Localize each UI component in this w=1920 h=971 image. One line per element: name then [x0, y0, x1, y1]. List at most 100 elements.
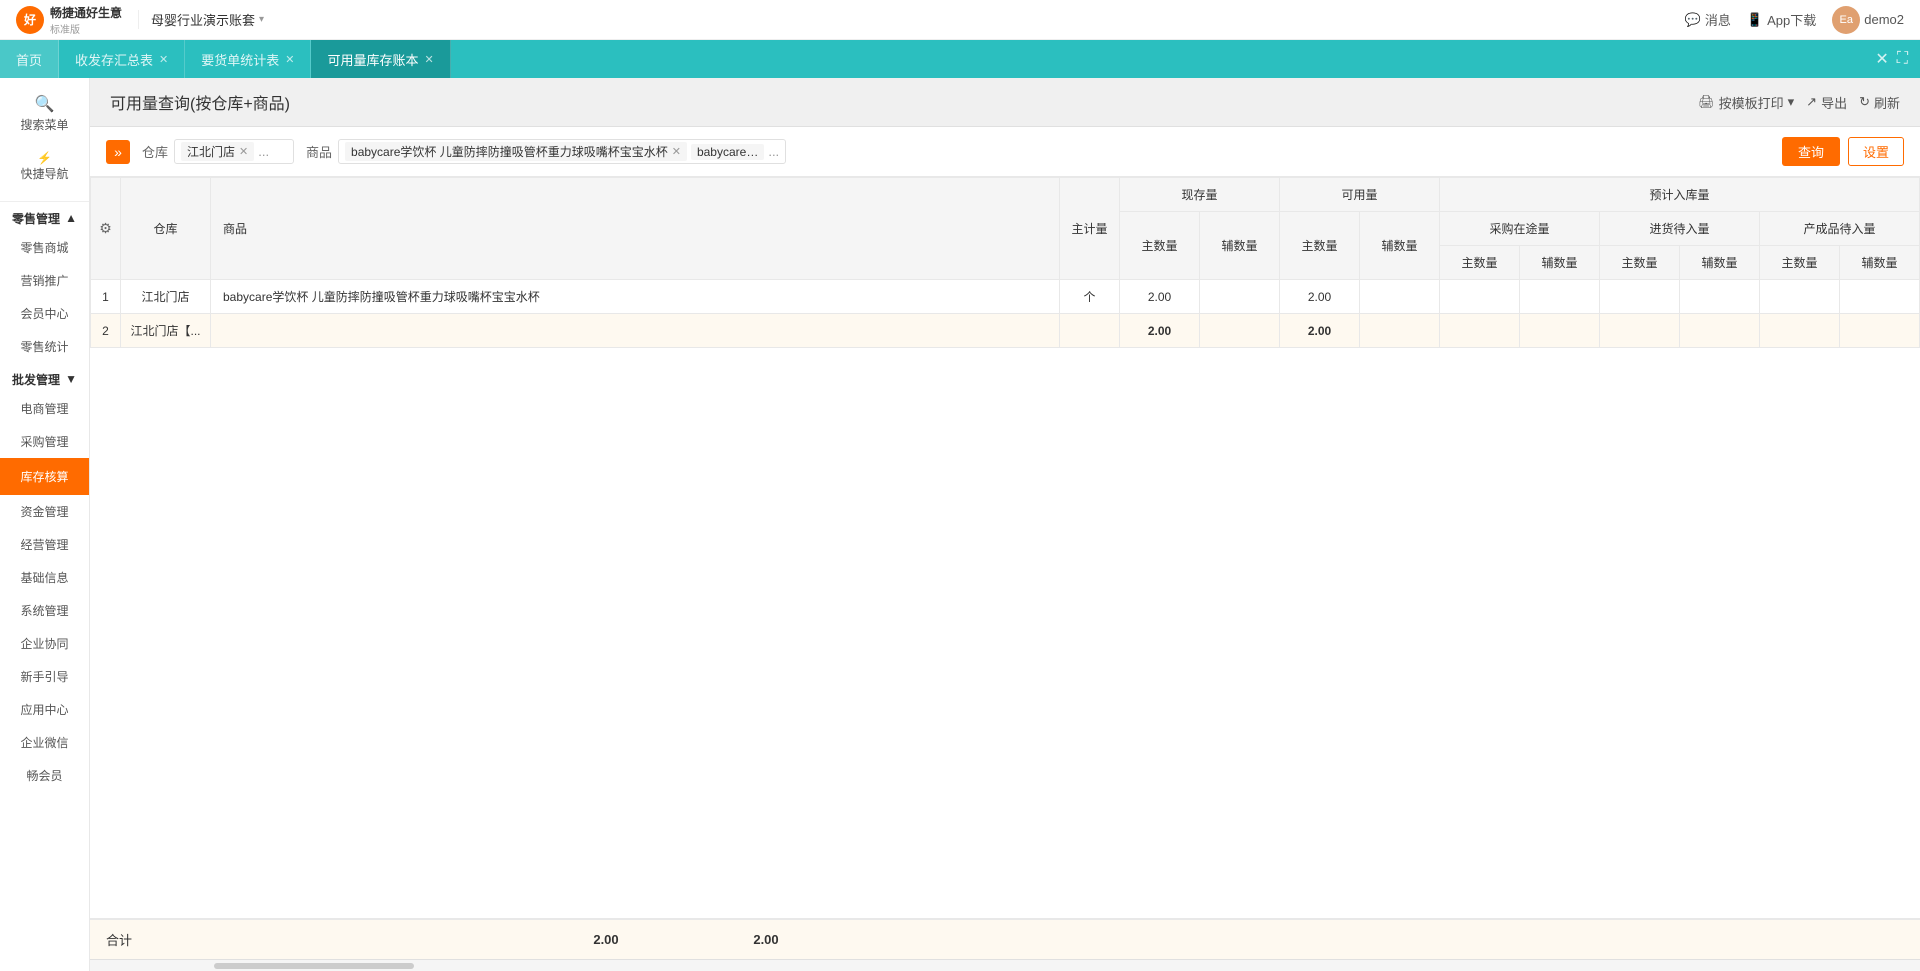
cell-purchase-main-2 [1440, 314, 1520, 348]
sidebar-item-ecom[interactable]: 电商管理 [0, 392, 89, 425]
cell-purchase-main-1 [1440, 280, 1520, 314]
cell-avail-main-1: 2.00 [1280, 280, 1360, 314]
cell-warehouse-2: 江北门店【... [121, 314, 211, 348]
product-tag-1-remove[interactable]: ✕ [672, 145, 681, 158]
tab-home[interactable]: 首页 [0, 40, 59, 78]
tab-available-stock[interactable]: 可用量库存账本 ✕ [311, 40, 450, 78]
msg-button[interactable]: 💬 消息 [1685, 10, 1731, 29]
th-incoming-main: 主数量 [1600, 246, 1680, 280]
sidebar-item-zero-mall[interactable]: 零售商城 [0, 231, 89, 264]
cell-stock-main-1: 2.00 [1120, 280, 1200, 314]
table-container[interactable]: ⚙ 仓库 商品 主计量 现存量 可用量 预计入库量 主数量 辅数量 主数量 辅数… [90, 177, 1920, 918]
th-purchase-main: 主数量 [1440, 246, 1520, 280]
top-bar: 好 畅捷通好生意 标准版 母婴行业演示账套 ▾ 💬 消息 📱 App下载 Ea … [0, 0, 1920, 40]
tab-home-label: 首页 [16, 50, 42, 69]
th-incoming-sub: 辅数量 [1680, 246, 1760, 280]
sidebar-item-member[interactable]: 畅会员 [0, 759, 89, 792]
warehouse-tag-text: 江北门店 [187, 143, 235, 160]
settings-gear-icon[interactable]: ⚙ [99, 220, 112, 236]
footer-stock-main-total: 2.00 [566, 932, 646, 947]
warehouse-filter-group: 仓库 江北门店 ✕ ... [142, 139, 294, 164]
app-download-button[interactable]: 📱 App下载 [1747, 10, 1816, 29]
tab-available-stock-close[interactable]: ✕ [425, 53, 434, 66]
sidebar-item-member-center[interactable]: 会员中心 [0, 297, 89, 330]
table-row: 1 江北门店 babycare学饮杯 儿童防摔防撞吸管杯重力球吸嘴杯宝宝水杯 个… [91, 280, 1920, 314]
system-selector[interactable]: 母婴行业演示账套 ▾ [138, 10, 264, 29]
sidebar-item-inventory[interactable]: 库存核算 [0, 458, 89, 496]
expand-window-button[interactable]: ⛶ [1897, 50, 1908, 68]
warehouse-tag-remove[interactable]: ✕ [239, 145, 248, 158]
export-label: 导出 [1821, 93, 1847, 112]
sidebar-item-newbie[interactable]: 新手引导 [0, 660, 89, 693]
shortcut-label: 快捷导航 [20, 167, 68, 183]
th-settings: ⚙ [91, 178, 121, 280]
tab-order-stats-close[interactable]: ✕ [285, 53, 294, 66]
footer-total: 合计 2.00 2.00 [90, 918, 1920, 959]
filter-toggle-button[interactable]: » [106, 140, 130, 164]
sidebar-item-purchase[interactable]: 采购管理 [0, 425, 89, 458]
cell-product-main-2 [1760, 314, 1840, 348]
print-dropdown-icon: ▾ [1788, 94, 1795, 110]
search-menu-label: 搜索菜单 [20, 116, 68, 133]
cell-product-sub-1 [1840, 280, 1920, 314]
cell-index-2: 2 [91, 314, 121, 348]
sidebar-item-ops[interactable]: 经营管理 [0, 528, 89, 561]
tab-receive-summary-close[interactable]: ✕ [159, 53, 168, 66]
query-button[interactable]: 查询 [1782, 137, 1840, 166]
cell-incoming-sub-2 [1680, 314, 1760, 348]
th-product: 商品 [211, 178, 1060, 280]
cell-product-1: babycare学饮杯 儿童防摔防撞吸管杯重力球吸嘴杯宝宝水杯 [211, 280, 1060, 314]
msg-icon: 💬 [1685, 12, 1701, 28]
cell-incoming-main-2 [1600, 314, 1680, 348]
tab-order-stats-label: 要货单统计表 [201, 50, 279, 69]
cell-stock-sub-2 [1200, 314, 1280, 348]
sidebar-item-wechat[interactable]: 企业微信 [0, 726, 89, 759]
nav-tabs: 首页 收发存汇总表 ✕ 要货单统计表 ✕ 可用量库存账本 ✕ ✕ ⛶ [0, 40, 1920, 78]
cell-avail-main-2: 2.00 [1280, 314, 1360, 348]
warehouse-tag: 江北门店 ✕ [181, 142, 254, 161]
sidebar-item-apps[interactable]: 应用中心 [0, 693, 89, 726]
tab-receive-summary-label: 收发存汇总表 [75, 50, 153, 69]
close-window-button[interactable]: ✕ [1875, 49, 1888, 69]
cell-incoming-sub-1 [1680, 280, 1760, 314]
sidebar-section-batch-header[interactable]: 批发管理 ▼ [0, 363, 89, 392]
search-icon: 🔍 [35, 94, 55, 114]
search-menu-button[interactable]: 🔍 搜索菜单 [0, 86, 89, 141]
refresh-button[interactable]: ↻ 刷新 [1859, 93, 1900, 112]
sidebar-item-finance[interactable]: 资金管理 [0, 495, 89, 528]
content: 可用量查询(按仓库+商品) 🖨 按模板打印 ▾ ↗ 导出 ↻ 刷新 » [90, 78, 1920, 971]
top-bar-left: 好 畅捷通好生意 标准版 母婴行业演示账套 ▾ [16, 4, 264, 36]
print-button[interactable]: 🖨 按模板打印 ▾ [1698, 93, 1794, 112]
tab-receive-summary[interactable]: 收发存汇总表 ✕ [59, 40, 185, 78]
sidebar-item-shortcut[interactable]: ⚡ 快捷导航 [0, 141, 89, 193]
cell-stock-main-2: 2.00 [1120, 314, 1200, 348]
sidebar-item-basic[interactable]: 基础信息 [0, 561, 89, 594]
sidebar-item-system[interactable]: 系统管理 [0, 594, 89, 627]
product-ellipsis[interactable]: ... [768, 144, 779, 159]
zero-sales-label: 零售管理 [12, 210, 60, 227]
user-profile[interactable]: Ea demo2 [1832, 6, 1904, 34]
th-stock-main: 主数量 [1120, 212, 1200, 280]
product-tag-2-text: babycare… [697, 145, 758, 159]
setting-button[interactable]: 设置 [1848, 137, 1904, 166]
th-stock-sub: 辅数量 [1200, 212, 1280, 280]
sidebar-item-zero-stats[interactable]: 零售统计 [0, 330, 89, 363]
export-button[interactable]: ↗ 导出 [1806, 93, 1847, 112]
tab-order-stats[interactable]: 要货单统计表 ✕ [185, 40, 311, 78]
th-incoming-group: 进货待入量 [1600, 212, 1760, 246]
scrollbar-area[interactable] [90, 959, 1920, 971]
th-stock-group: 现存量 [1120, 178, 1280, 212]
warehouse-tag-container[interactable]: 江北门店 ✕ ... [174, 139, 294, 164]
th-unit: 主计量 [1060, 178, 1120, 280]
sidebar-item-marketing[interactable]: 营销推广 [0, 264, 89, 297]
sidebar-item-enterprise[interactable]: 企业协同 [0, 627, 89, 660]
refresh-icon: ↻ [1859, 94, 1870, 110]
page-header: 可用量查询(按仓库+商品) 🖨 按模板打印 ▾ ↗ 导出 ↻ 刷新 [90, 78, 1920, 127]
cell-purchase-sub-1 [1520, 280, 1600, 314]
scrollbar-thumb[interactable] [214, 963, 414, 969]
sidebar-section-zero-sales-header[interactable]: 零售管理 ▲ [0, 202, 89, 231]
warehouse-ellipsis[interactable]: ... [258, 144, 269, 159]
product-tag-container[interactable]: babycare学饮杯 儿童防摔防撞吸管杯重力球吸嘴杯宝宝水杯 ✕ babyca… [338, 139, 786, 164]
cell-index-1: 1 [91, 280, 121, 314]
th-avail-group: 可用量 [1280, 178, 1440, 212]
